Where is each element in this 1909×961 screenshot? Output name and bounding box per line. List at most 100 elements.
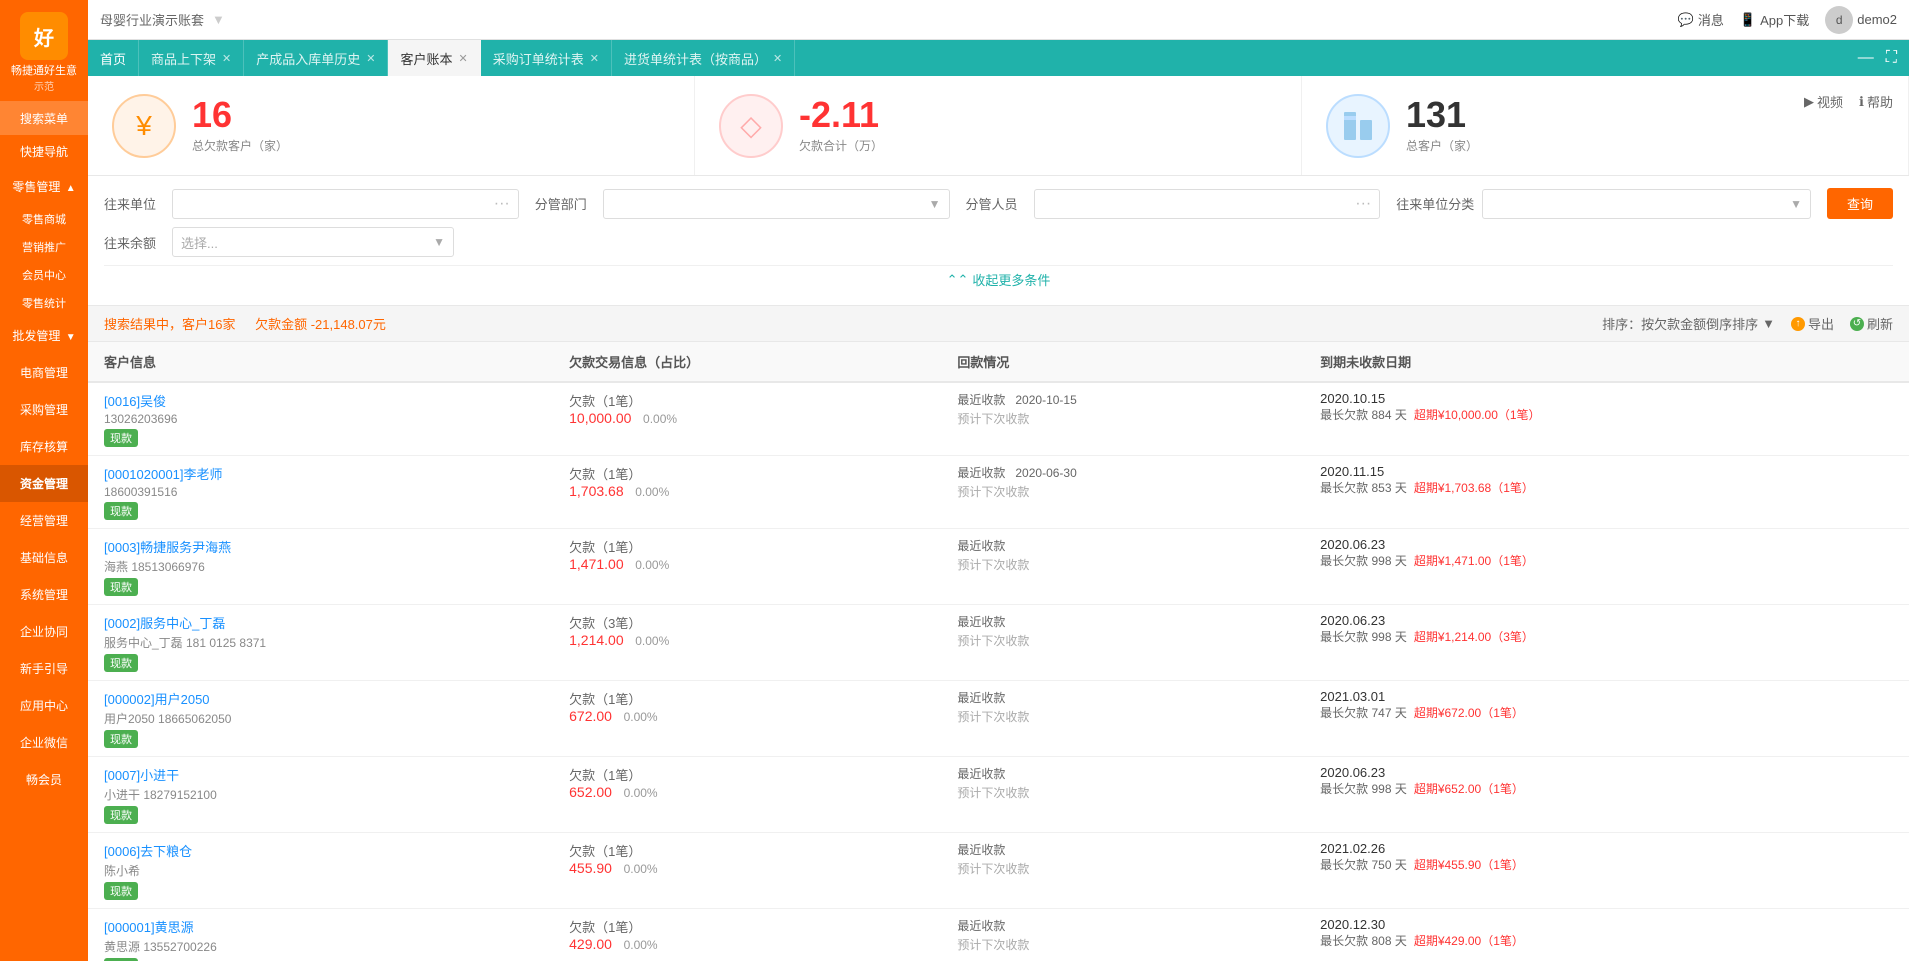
sidebar-item-operations[interactable]: 经营管理 [0, 502, 88, 539]
col-debt-info: 欠款交易信息（占比） [553, 342, 941, 382]
tab-purchase-stats[interactable]: 进货单统计表（按商品） ✕ [612, 40, 795, 76]
stat-content-debt-total: -2.11 欠款合计（万） [799, 97, 883, 154]
sidebar-item-retail-mall[interactable]: 零售商城 [0, 205, 88, 233]
help-btn[interactable]: ℹ 帮助 [1859, 92, 1893, 111]
app-download-btn[interactable]: 📱 App下载 [1740, 10, 1809, 29]
source-unit-dots-icon[interactable]: ··· [494, 195, 510, 213]
balance-arrow-icon: ▼ [433, 235, 445, 249]
overdue-amount-7[interactable]: 超期¥429.00（1笔） [1414, 934, 1524, 948]
cell-payment-status-6: 最近收款 预计下次收款 [941, 833, 1304, 909]
table-row: [000001]黄思源 黄思源 13552700226 现款 欠款（1笔） 42… [88, 909, 1909, 961]
tab-purchase-stats-close[interactable]: ✕ [773, 52, 782, 65]
sidebar-item-app-center[interactable]: 应用中心 [0, 687, 88, 724]
sidebar-item-enterprise-wechat[interactable]: 企业微信 [0, 724, 88, 761]
dept-arrow-icon: ▼ [929, 197, 941, 211]
latest-payment-2: 最近收款 [957, 537, 1288, 554]
latest-payment-6: 最近收款 [957, 841, 1288, 858]
query-button[interactable]: 查询 [1827, 188, 1893, 219]
filter-collapse-btn[interactable]: ⌃⌃ 收起更多条件 [104, 265, 1893, 293]
customer-name-4[interactable]: [000002]用户2050 [104, 692, 210, 707]
sidebar-item-retail-stats[interactable]: 零售统计 [0, 289, 88, 317]
tabs-maximize-btn[interactable]: ⛶ [1882, 47, 1901, 69]
tab-purchase-order[interactable]: 采购订单统计表 ✕ [481, 40, 612, 76]
cell-debt-info-5: 欠款（1笔） 652.00 0.00% [553, 757, 941, 833]
sidebar-item-member-plus[interactable]: 畅会员 [0, 761, 88, 798]
avatar: d [1825, 6, 1853, 34]
due-date-value-1: 2020.11.15 [1320, 464, 1893, 479]
customer-name-5[interactable]: [0007]小进干 [104, 768, 179, 783]
overdue-amount-5[interactable]: 超期¥652.00（1笔） [1414, 782, 1524, 796]
person-dots-icon[interactable]: ··· [1355, 195, 1371, 213]
export-btn[interactable]: ↑ 导出 [1791, 314, 1834, 333]
table-row: [000002]用户2050 用户2050 18665062050 现款 欠款（… [88, 681, 1909, 757]
tab-product-inventory-close[interactable]: ✕ [366, 52, 375, 65]
sidebar-item-quick-nav[interactable]: 快捷导航 [0, 135, 88, 168]
balance-placeholder: 选择... [181, 233, 218, 252]
stat-card-debt-customers: ¥ 16 总欠款客户（家） [88, 76, 695, 175]
customer-name-7[interactable]: [000001]黄思源 [104, 920, 194, 935]
overdue-amount-6[interactable]: 超期¥455.90（1笔） [1414, 858, 1524, 872]
view-video-btn[interactable]: ▶ 视频 [1804, 92, 1843, 111]
table-container: 客户信息 欠款交易信息（占比） 回款情况 到期未收款日期 [0016]吴俊 13… [88, 342, 1909, 961]
sidebar-item-ecommerce[interactable]: 电商管理 [0, 354, 88, 391]
tab-home[interactable]: 首页 [88, 40, 139, 76]
sidebar-item-search[interactable]: 搜索菜单 [0, 102, 88, 135]
next-payment-6: 预计下次收款 [957, 860, 1288, 877]
person-input[interactable]: ··· [1034, 189, 1381, 219]
sidebar-item-enterprise[interactable]: 企业协同 [0, 613, 88, 650]
customer-name-3[interactable]: [0002]服务中心_丁磊 [104, 616, 225, 631]
sidebar-item-purchase[interactable]: 采购管理 [0, 391, 88, 428]
tabs-minimize-btn[interactable]: — [1854, 47, 1878, 69]
overdue-amount-1[interactable]: 超期¥1,703.68（1笔） [1414, 481, 1534, 495]
sidebar-item-inventory[interactable]: 库存核算 [0, 428, 88, 465]
latest-payment-5: 最近收款 [957, 765, 1288, 782]
sidebar-item-system[interactable]: 系统管理 [0, 576, 88, 613]
debt-count-4: 欠款（1笔） [569, 689, 925, 708]
refresh-icon: ↺ [1850, 317, 1864, 331]
sort-select[interactable]: 排序：按欠款金额倒序排序 ▼ [1602, 314, 1775, 333]
cell-due-date-6: 2021.02.26 最长欠款 750 天 超期¥455.90（1笔） [1304, 833, 1909, 909]
overdue-amount-4[interactable]: 超期¥672.00（1笔） [1414, 706, 1524, 720]
tab-customer-account-label: 客户账本 [400, 49, 452, 68]
sidebar-item-wholesale-mgmt[interactable]: 批发管理 ▼ [0, 317, 88, 354]
balance-select[interactable]: 选择... ▼ [172, 227, 454, 257]
debt-count-0: 欠款（1笔） [569, 391, 925, 410]
tab-product-listing[interactable]: 商品上下架 ✕ [139, 40, 244, 76]
tab-product-listing-close[interactable]: ✕ [222, 52, 231, 65]
table-body: [0016]吴俊 13026203696 现款 欠款（1笔） 10,000.00… [88, 382, 1909, 961]
sidebar-item-member[interactable]: 会员中心 [0, 261, 88, 289]
table-row: [0002]服务中心_丁磊 服务中心_丁磊 181 0125 8371 现款 欠… [88, 605, 1909, 681]
source-unit-input[interactable]: ··· [172, 189, 519, 219]
col-due-date: 到期未收款日期 [1304, 342, 1909, 382]
sidebar-item-guide[interactable]: 新手引导 [0, 650, 88, 687]
cell-debt-info-6: 欠款（1笔） 455.90 0.00% [553, 833, 941, 909]
tab-customer-account-close[interactable]: ✕ [459, 52, 468, 65]
result-bar: 搜索结果中，客户16家 欠款金额 -21,148.07元 排序：按欠款金额倒序排… [88, 306, 1909, 342]
tab-product-inventory[interactable]: 产成品入库单历史 ✕ [244, 40, 388, 76]
customer-phone-5: 小进干 18279152100 [104, 786, 537, 803]
overdue-amount-3[interactable]: 超期¥1,214.00（3笔） [1414, 630, 1534, 644]
sidebar-item-basic-info[interactable]: 基础信息 [0, 539, 88, 576]
customer-name-1[interactable]: [0001020001]李老师 [104, 467, 223, 482]
customer-name-2[interactable]: [0003]畅捷服务尹海燕 [104, 540, 231, 555]
tab-purchase-order-close[interactable]: ✕ [590, 52, 599, 65]
tab-customer-account[interactable]: 客户账本 ✕ [388, 40, 480, 76]
main-content: 母婴行业演示账套 ▼ 💬 消息 📱 App下载 d demo2 首页 商品上下架… [88, 0, 1909, 961]
customer-name-0[interactable]: [0016]吴俊 [104, 394, 166, 409]
message-btn[interactable]: 💬 消息 [1678, 10, 1724, 29]
unit-category-select[interactable]: ▼ [1482, 189, 1811, 219]
overdue-amount-2[interactable]: 超期¥1,471.00（1笔） [1414, 554, 1534, 568]
overdue-amount-0[interactable]: 超期¥10,000.00（1笔） [1414, 408, 1541, 422]
cell-payment-status-7: 最近收款 预计下次收款 [941, 909, 1304, 961]
sidebar-item-finance[interactable]: 资金管理 [0, 465, 88, 502]
customer-tag-4: 现款 [104, 730, 138, 748]
refresh-btn[interactable]: ↺ 刷新 [1850, 314, 1893, 333]
topbar: 母婴行业演示账套 ▼ 💬 消息 📱 App下载 d demo2 [88, 0, 1909, 40]
user-avatar[interactable]: d demo2 [1825, 6, 1897, 34]
dept-select[interactable]: ▼ [603, 189, 950, 219]
sidebar-item-marketing[interactable]: 营销推广 [0, 233, 88, 261]
stat-content-total-customers: 131 总客户（家） [1406, 97, 1478, 154]
sidebar-item-retail-mgmt[interactable]: 零售管理 ▲ [0, 168, 88, 205]
customer-name-6[interactable]: [0006]去下粮仓 [104, 844, 192, 859]
cell-payment-status-2: 最近收款 预计下次收款 [941, 529, 1304, 605]
